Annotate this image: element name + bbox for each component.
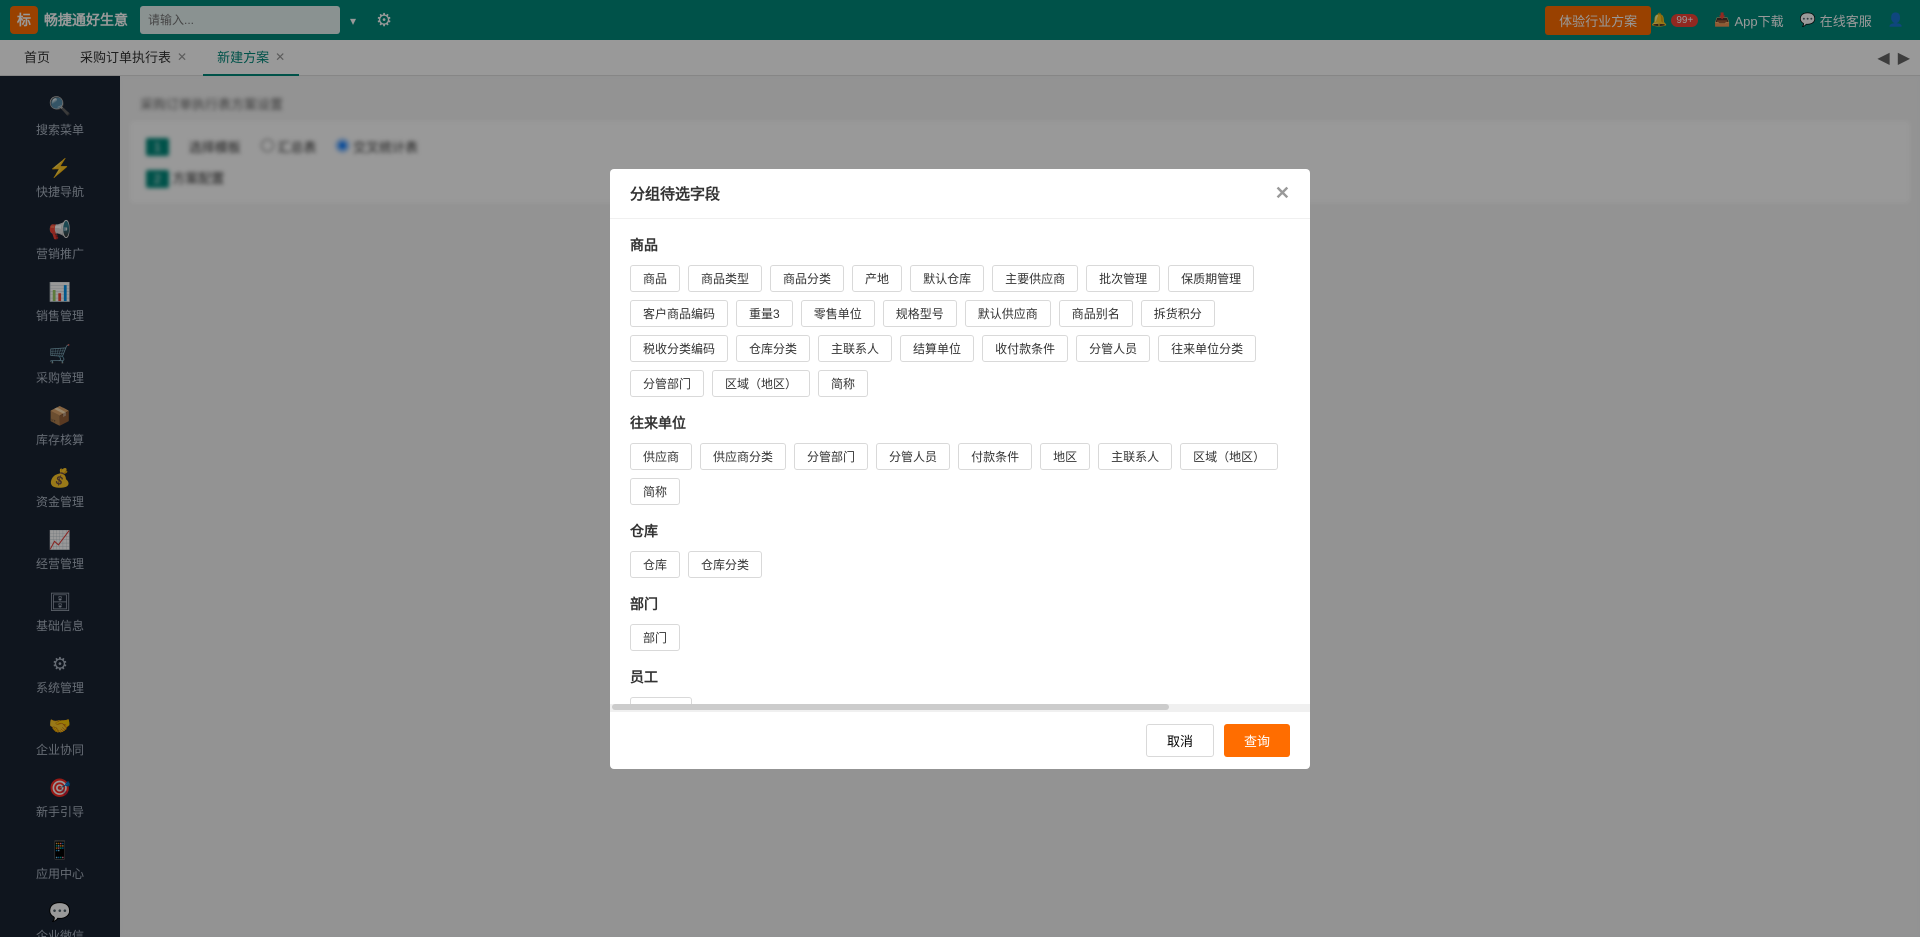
field-tag-goods-type[interactable]: 商品类型 xyxy=(688,265,762,292)
field-tag-contact-category[interactable]: 往来单位分类 xyxy=(1158,335,1256,362)
modal-body: 商品 商品 商品类型 商品分类 产地 默认仓库 主要供应商 批次管理 保质期管理… xyxy=(610,219,1310,705)
field-tag-supplier-category[interactable]: 供应商分类 xyxy=(700,443,786,470)
field-tag-warehouse[interactable]: 仓库 xyxy=(630,551,680,578)
field-tag-dept-goods[interactable]: 分管部门 xyxy=(630,370,704,397)
field-tag-warehouse-category[interactable]: 仓库分类 xyxy=(736,335,810,362)
field-tag-salesperson[interactable]: 业务员 xyxy=(630,697,692,705)
field-tag-disassemble-points[interactable]: 拆货积分 xyxy=(1141,300,1215,327)
field-tag-batch-mgmt[interactable]: 批次管理 xyxy=(1086,265,1160,292)
field-tag-supervisor-goods[interactable]: 分管人员 xyxy=(1076,335,1150,362)
field-tag-main-supplier[interactable]: 主要供应商 xyxy=(992,265,1078,292)
section-contacts-tags: 供应商 供应商分类 分管部门 分管人员 付款条件 地区 主联系人 区域（地区） … xyxy=(630,443,1290,505)
field-tag-dept[interactable]: 部门 xyxy=(630,624,680,651)
field-tag-dept-contacts[interactable]: 分管部门 xyxy=(794,443,868,470)
modal-title: 分组待选字段 xyxy=(630,183,720,204)
field-tag-short-name-goods[interactable]: 简称 xyxy=(818,370,868,397)
field-tag-spec-model[interactable]: 规格型号 xyxy=(883,300,957,327)
section-employee-tags: 业务员 xyxy=(630,697,1290,705)
section-title-goods: 商品 xyxy=(630,235,1290,255)
field-tag-region[interactable]: 地区 xyxy=(1040,443,1090,470)
field-select-modal: 分组待选字段 ✕ 商品 商品 商品类型 商品分类 产地 默认仓库 主要供应商 批… xyxy=(610,169,1310,769)
field-tag-region-contacts[interactable]: 区域（地区） xyxy=(1180,443,1278,470)
field-tag-supplier[interactable]: 供应商 xyxy=(630,443,692,470)
field-tag-main-contact[interactable]: 主联系人 xyxy=(818,335,892,362)
field-tag-retail-unit[interactable]: 零售单位 xyxy=(801,300,875,327)
section-warehouse-tags: 仓库 仓库分类 xyxy=(630,551,1290,578)
modal-close-btn[interactable]: ✕ xyxy=(1275,184,1290,202)
field-tag-supervisor-contacts[interactable]: 分管人员 xyxy=(876,443,950,470)
section-title-employee: 员工 xyxy=(630,667,1290,687)
field-tag-tax-code[interactable]: 税收分类编码 xyxy=(630,335,728,362)
modal-overlay: 分组待选字段 ✕ 商品 商品 商品类型 商品分类 产地 默认仓库 主要供应商 批… xyxy=(0,0,1920,937)
section-title-dept: 部门 xyxy=(630,594,1290,614)
field-tag-short-name-contacts[interactable]: 简称 xyxy=(630,478,680,505)
field-tag-origin[interactable]: 产地 xyxy=(852,265,902,292)
field-tag-default-warehouse[interactable]: 默认仓库 xyxy=(910,265,984,292)
field-tag-goods-category[interactable]: 商品分类 xyxy=(770,265,844,292)
field-tag-shelf-life[interactable]: 保质期管理 xyxy=(1168,265,1254,292)
section-dept-tags: 部门 xyxy=(630,624,1290,651)
modal-header: 分组待选字段 ✕ xyxy=(610,169,1310,219)
confirm-button[interactable]: 查询 xyxy=(1224,724,1290,757)
field-tag-payment-terms[interactable]: 收付款条件 xyxy=(982,335,1068,362)
field-tag-pay-terms[interactable]: 付款条件 xyxy=(958,443,1032,470)
modal-footer: 取消 查询 xyxy=(610,711,1310,769)
field-tag-warehouse-class[interactable]: 仓库分类 xyxy=(688,551,762,578)
field-tag-region-goods[interactable]: 区域（地区） xyxy=(712,370,810,397)
field-tag-goods-alias[interactable]: 商品别名 xyxy=(1059,300,1133,327)
field-tag-default-supplier[interactable]: 默认供应商 xyxy=(965,300,1051,327)
field-tag-settlement-unit[interactable]: 结算单位 xyxy=(900,335,974,362)
field-tag-goods[interactable]: 商品 xyxy=(630,265,680,292)
modal-scroll-thumb xyxy=(612,704,1169,710)
field-tag-main-contact-contacts[interactable]: 主联系人 xyxy=(1098,443,1172,470)
section-title-warehouse: 仓库 xyxy=(630,521,1290,541)
section-goods-tags: 商品 商品类型 商品分类 产地 默认仓库 主要供应商 批次管理 保质期管理 客户… xyxy=(630,265,1290,397)
section-title-contacts: 往来单位 xyxy=(630,413,1290,433)
field-tag-weight[interactable]: 重量3 xyxy=(736,300,793,327)
field-tag-customer-code[interactable]: 客户商品编码 xyxy=(630,300,728,327)
cancel-button[interactable]: 取消 xyxy=(1146,724,1214,757)
